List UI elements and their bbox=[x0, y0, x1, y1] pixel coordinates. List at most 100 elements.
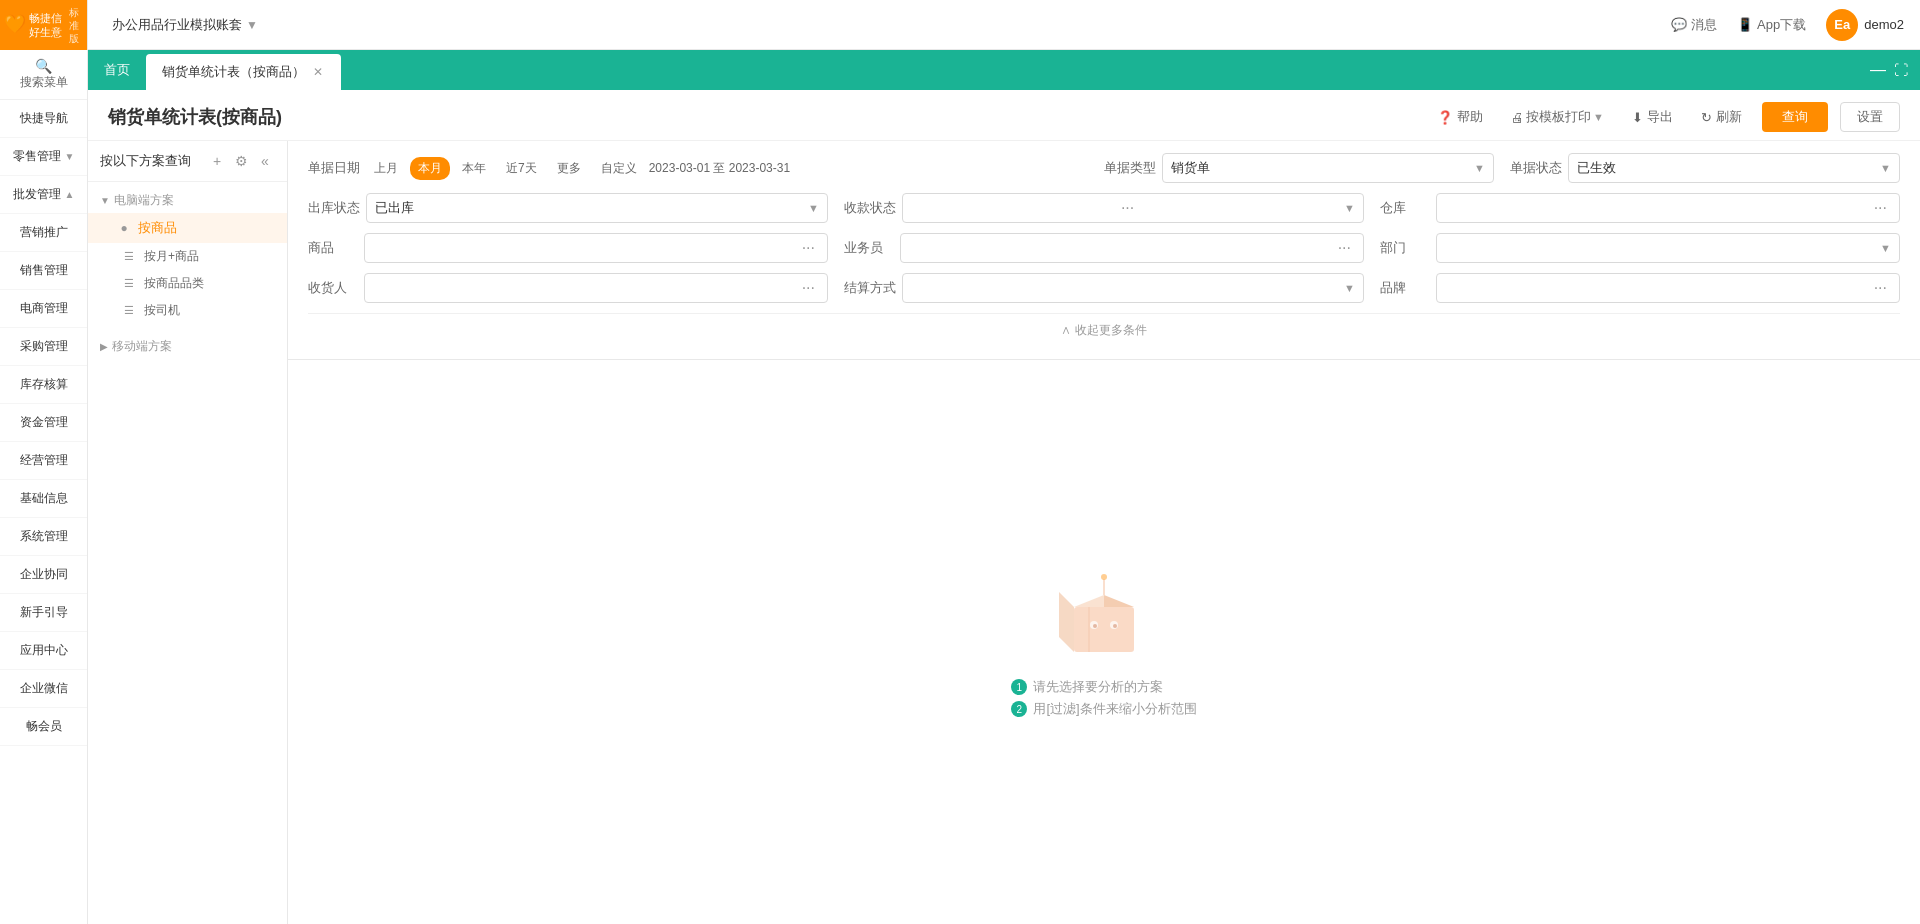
scheme-item-by-product[interactable]: ● 按商品 bbox=[88, 213, 287, 243]
filter-field-product: 商品 ··· bbox=[308, 233, 828, 263]
help-btn[interactable]: ❓ 帮助 bbox=[1429, 104, 1491, 130]
filter-row-4: 收货人 ··· 结算方式 ▼ bbox=[308, 273, 1900, 303]
member-label: 畅会员 bbox=[26, 718, 62, 735]
scheme-settings-icon[interactable]: ⚙ bbox=[231, 151, 251, 171]
sidebar-item-wholesale[interactable]: 批发管理 ▲ bbox=[0, 176, 87, 214]
sidebar-item-sales-mgmt[interactable]: 销售管理 bbox=[0, 252, 87, 290]
desktop-group-title[interactable]: ▼ 电脑端方案 bbox=[88, 186, 287, 213]
sidebar-item-app-center[interactable]: 应用中心 bbox=[0, 632, 87, 670]
sidebar-item-member[interactable]: 畅会员 bbox=[0, 708, 87, 746]
tab-minimize-icon[interactable]: — bbox=[1870, 61, 1886, 79]
scheme-item-by-category[interactable]: ☰ 按商品品类 bbox=[88, 270, 287, 297]
filter-field-settlement: 结算方式 ▼ bbox=[844, 273, 1364, 303]
date-tab-more[interactable]: 更多 bbox=[549, 157, 589, 180]
user-profile[interactable]: Ea demo2 bbox=[1826, 9, 1904, 41]
department-select[interactable]: ▼ bbox=[1436, 233, 1900, 263]
date-tab-custom[interactable]: 自定义 bbox=[593, 157, 645, 180]
filter-field-brand: 品牌 ··· bbox=[1380, 273, 1900, 303]
page-title: 销货单统计表(按商品) bbox=[108, 105, 282, 129]
sidebar-item-corp-wechat[interactable]: 企业微信 bbox=[0, 670, 87, 708]
empty-illustration bbox=[1044, 562, 1164, 662]
sidebar-item-operations[interactable]: 经营管理 bbox=[0, 442, 87, 480]
date-tab-this-month[interactable]: 本月 bbox=[410, 157, 450, 180]
date-range-value: 2023-03-01 至 2023-03-31 bbox=[649, 160, 790, 177]
industry-selector[interactable]: 办公用品行业模拟账套 ▼ bbox=[104, 12, 266, 38]
result-area: 1 请先选择要分析的方案 2 用[过滤]条件来缩小分析范围 bbox=[288, 360, 1920, 924]
receiver-select[interactable]: ··· bbox=[364, 273, 828, 303]
category-icon: ☰ bbox=[124, 277, 138, 291]
scheme-item-by-driver[interactable]: ☰ 按司机 bbox=[88, 297, 287, 324]
sidebar-item-basics[interactable]: 基础信息 bbox=[0, 480, 87, 518]
warehouse-ellipsis-icon[interactable]: ··· bbox=[1870, 199, 1891, 217]
page-actions: ❓ 帮助 🖨 按模板打印 ▼ ⬇ 导出 ↻ 刷新 查询 设置 bbox=[1429, 102, 1900, 132]
svg-marker-1 bbox=[1074, 595, 1104, 607]
collapse-label: ∧ 收起更多条件 bbox=[1061, 323, 1146, 337]
date-tab-7days[interactable]: 近7天 bbox=[498, 157, 545, 180]
desktop-expand-icon: ▼ bbox=[100, 195, 110, 206]
sidebar-item-marketing[interactable]: 营销推广 bbox=[0, 214, 87, 252]
tab-sales-stats[interactable]: 销货单统计表（按商品） ✕ bbox=[146, 54, 341, 90]
brand-select[interactable]: ··· bbox=[1436, 273, 1900, 303]
settlement-select[interactable]: ▼ bbox=[902, 273, 1364, 303]
brand-ellipsis-icon[interactable]: ··· bbox=[1870, 279, 1891, 297]
sidebar-item-quick-nav[interactable]: 快捷导航 bbox=[0, 100, 87, 138]
date-tab-last-month[interactable]: 上月 bbox=[366, 157, 406, 180]
sidebar-item-inventory[interactable]: 库存核算 bbox=[0, 366, 87, 404]
warehouse-select[interactable]: ··· bbox=[1436, 193, 1900, 223]
tip-1-num: 1 bbox=[1011, 679, 1027, 695]
template-print-label: 按模板打印 bbox=[1526, 108, 1591, 126]
doc-status-label: 单据状态 bbox=[1510, 159, 1562, 177]
tab-home[interactable]: 首页 bbox=[88, 50, 146, 90]
date-tab-this-year[interactable]: 本年 bbox=[454, 157, 494, 180]
doc-status-arrow-icon: ▼ bbox=[1880, 162, 1891, 174]
sidebar-item-system[interactable]: 系统管理 bbox=[0, 518, 87, 556]
scheme-item-by-month-product[interactable]: ☰ 按月+商品 bbox=[88, 243, 287, 270]
scheme-collapse-icon[interactable]: « bbox=[255, 151, 275, 171]
product-select[interactable]: ··· bbox=[364, 233, 828, 263]
doc-type-select[interactable]: 销货单 ▼ bbox=[1162, 153, 1494, 183]
mobile-group-title[interactable]: ▶ 移动端方案 bbox=[88, 332, 287, 359]
sidebar-item-enterprise[interactable]: 企业协同 bbox=[0, 556, 87, 594]
filter-field-doc-status: 单据状态 已生效 ▼ bbox=[1510, 153, 1900, 183]
help-label: 帮助 bbox=[1457, 108, 1483, 126]
sidebar-item-finance[interactable]: 资金管理 bbox=[0, 404, 87, 442]
page-header: 销货单统计表(按商品) ❓ 帮助 🖨 按模板打印 ▼ ⬇ 导出 ↻ 刷新 bbox=[88, 90, 1920, 141]
department-arrow-icon: ▼ bbox=[1880, 242, 1891, 254]
doc-status-select[interactable]: 已生效 ▼ bbox=[1568, 153, 1900, 183]
department-label: 部门 bbox=[1380, 239, 1430, 257]
template-print-btn[interactable]: 🖨 按模板打印 ▼ bbox=[1503, 104, 1612, 130]
sidebar-item-ecommerce[interactable]: 电商管理 bbox=[0, 290, 87, 328]
product-ellipsis-icon[interactable]: ··· bbox=[798, 239, 819, 257]
sidebar-item-tutorial[interactable]: 新手引导 bbox=[0, 594, 87, 632]
sidebar-item-purchase[interactable]: 采购管理 bbox=[0, 328, 87, 366]
wholesale-arrow-icon: ▲ bbox=[65, 189, 75, 200]
scheme-add-btn[interactable]: + bbox=[207, 151, 227, 171]
out-status-select[interactable]: 已出库 ▼ bbox=[366, 193, 828, 223]
app-download-btn[interactable]: 📱 App下载 bbox=[1737, 16, 1806, 34]
scheme-panel-header: 按以下方案查询 + ⚙ « bbox=[88, 141, 287, 182]
logo-icon: 🧡 bbox=[4, 13, 26, 36]
query-btn[interactable]: 查询 bbox=[1762, 102, 1828, 132]
search-menu[interactable]: 🔍 搜索菜单 bbox=[0, 50, 87, 100]
tab-maximize-icon[interactable]: ⛶ bbox=[1894, 62, 1908, 78]
corp-wechat-label: 企业微信 bbox=[20, 680, 68, 697]
message-icon: 💬 bbox=[1671, 17, 1687, 32]
tab-close-icon[interactable]: ✕ bbox=[311, 63, 325, 81]
settings-btn[interactable]: 设置 bbox=[1840, 102, 1900, 132]
salesperson-select[interactable]: ··· bbox=[900, 233, 1364, 263]
sidebar-item-retail[interactable]: 零售管理 ▼ bbox=[0, 138, 87, 176]
username-label: demo2 bbox=[1864, 17, 1904, 32]
filter-field-date: 单据日期 上月 本月 本年 近7天 更多 自定义 bbox=[308, 157, 1088, 180]
filter-row-3: 商品 ··· 业务员 ··· bbox=[308, 233, 1900, 263]
tutorial-label: 新手引导 bbox=[20, 604, 68, 621]
industry-name: 办公用品行业模拟账套 bbox=[112, 16, 242, 34]
export-btn[interactable]: ⬇ 导出 bbox=[1624, 104, 1681, 130]
salesperson-ellipsis-icon[interactable]: ··· bbox=[1334, 239, 1355, 257]
refresh-btn[interactable]: ↻ 刷新 bbox=[1693, 104, 1750, 130]
receiver-ellipsis-icon[interactable]: ··· bbox=[798, 279, 819, 297]
app-center-label: 应用中心 bbox=[20, 642, 68, 659]
collapse-bar[interactable]: ∧ 收起更多条件 bbox=[308, 313, 1900, 347]
payment-ellipsis-icon[interactable]: ··· bbox=[1117, 199, 1138, 217]
payment-status-select[interactable]: ··· ▼ bbox=[902, 193, 1364, 223]
messages-btn[interactable]: 💬 消息 bbox=[1671, 16, 1717, 34]
